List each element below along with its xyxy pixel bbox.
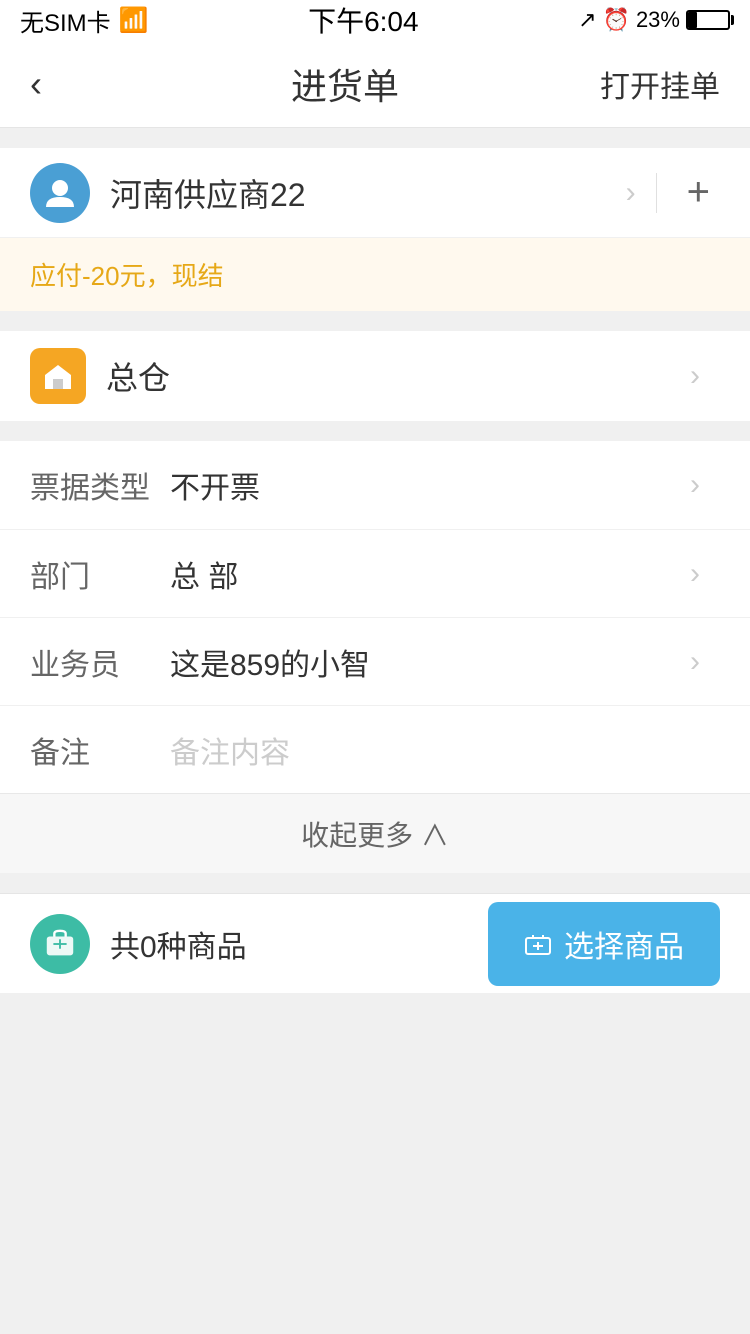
product-icon-wrap <box>30 914 90 974</box>
status-right: ↗ ⏰ 23% <box>578 7 730 33</box>
back-button[interactable]: ‹ <box>30 63 90 105</box>
form-row-salesperson[interactable]: 业务员 这是859的小智 › <box>0 617 750 705</box>
carrier-label: 无SIM卡 <box>20 3 111 38</box>
remark-input[interactable]: 备注内容 <box>150 728 720 772</box>
supplier-row[interactable]: 河南供应商22 › + <box>0 148 750 238</box>
battery-percent: 23% <box>636 7 680 33</box>
form-section: 票据类型 不开票 › 部门 总 部 › 业务员 这是859的小智 › 备注 备注… <box>0 441 750 873</box>
section-gap-3 <box>0 421 750 441</box>
product-count: 共0种商品 <box>110 922 488 966</box>
supplier-section: 河南供应商22 › + 应付-20元，现结 <box>0 148 750 311</box>
chevron-right-icon: › <box>626 176 636 210</box>
battery-icon <box>686 10 730 30</box>
remark-label: 备注 <box>30 728 150 772</box>
section-gap-2 <box>0 311 750 331</box>
location-icon: ↗ <box>578 7 596 33</box>
add-supplier-button[interactable]: + <box>677 160 720 225</box>
page-title: 进货单 <box>291 58 399 110</box>
status-bar: 无SIM卡 📶 下午6:04 ↗ ⏰ 23% <box>0 0 750 40</box>
cart-icon <box>524 930 552 958</box>
nav-bar: ‹ 进货单 打开挂单 <box>0 40 750 128</box>
chevron-right-icon: › <box>690 557 700 591</box>
user-icon <box>42 175 78 211</box>
form-row-ticket[interactable]: 票据类型 不开票 › <box>0 441 750 529</box>
form-row-department[interactable]: 部门 总 部 › <box>0 529 750 617</box>
supplier-name: 河南供应商22 <box>110 170 626 216</box>
chevron-right-icon: › <box>690 359 700 393</box>
collapse-label: 收起更多 ∧ <box>301 814 449 854</box>
department-label: 部门 <box>30 552 150 596</box>
alarm-icon: ⏰ <box>603 7 630 33</box>
notice-row: 应付-20元，现结 <box>0 238 750 311</box>
select-button-label: 选择商品 <box>564 922 684 966</box>
bottom-bar: 共0种商品 选择商品 <box>0 893 750 993</box>
ticket-type-value: 不开票 <box>150 463 690 507</box>
warehouse-icon <box>41 359 75 393</box>
chevron-right-icon: › <box>690 645 700 679</box>
product-icon <box>43 927 77 961</box>
notice-text: 应付-20元，现结 <box>30 261 224 291</box>
warehouse-section: 总仓 › <box>0 331 750 421</box>
avatar <box>30 163 90 223</box>
warehouse-icon-wrap <box>30 348 86 404</box>
status-left: 无SIM卡 📶 <box>20 3 149 38</box>
collapse-row[interactable]: 收起更多 ∧ <box>0 793 750 873</box>
department-value: 总 部 <box>150 552 690 596</box>
open-pending-button[interactable]: 打开挂单 <box>600 62 720 106</box>
select-product-button[interactable]: 选择商品 <box>488 902 720 986</box>
section-gap-1 <box>0 128 750 148</box>
warehouse-name: 总仓 <box>106 353 690 399</box>
salesperson-label: 业务员 <box>30 640 150 684</box>
ticket-type-label: 票据类型 <box>30 463 150 507</box>
wifi-icon: 📶 <box>119 6 149 35</box>
time-label: 下午6:04 <box>308 0 419 40</box>
chevron-right-icon: › <box>690 468 700 502</box>
form-row-remark[interactable]: 备注 备注内容 <box>0 705 750 793</box>
divider <box>656 173 657 213</box>
salesperson-value: 这是859的小智 <box>150 640 690 684</box>
warehouse-row[interactable]: 总仓 › <box>0 331 750 421</box>
